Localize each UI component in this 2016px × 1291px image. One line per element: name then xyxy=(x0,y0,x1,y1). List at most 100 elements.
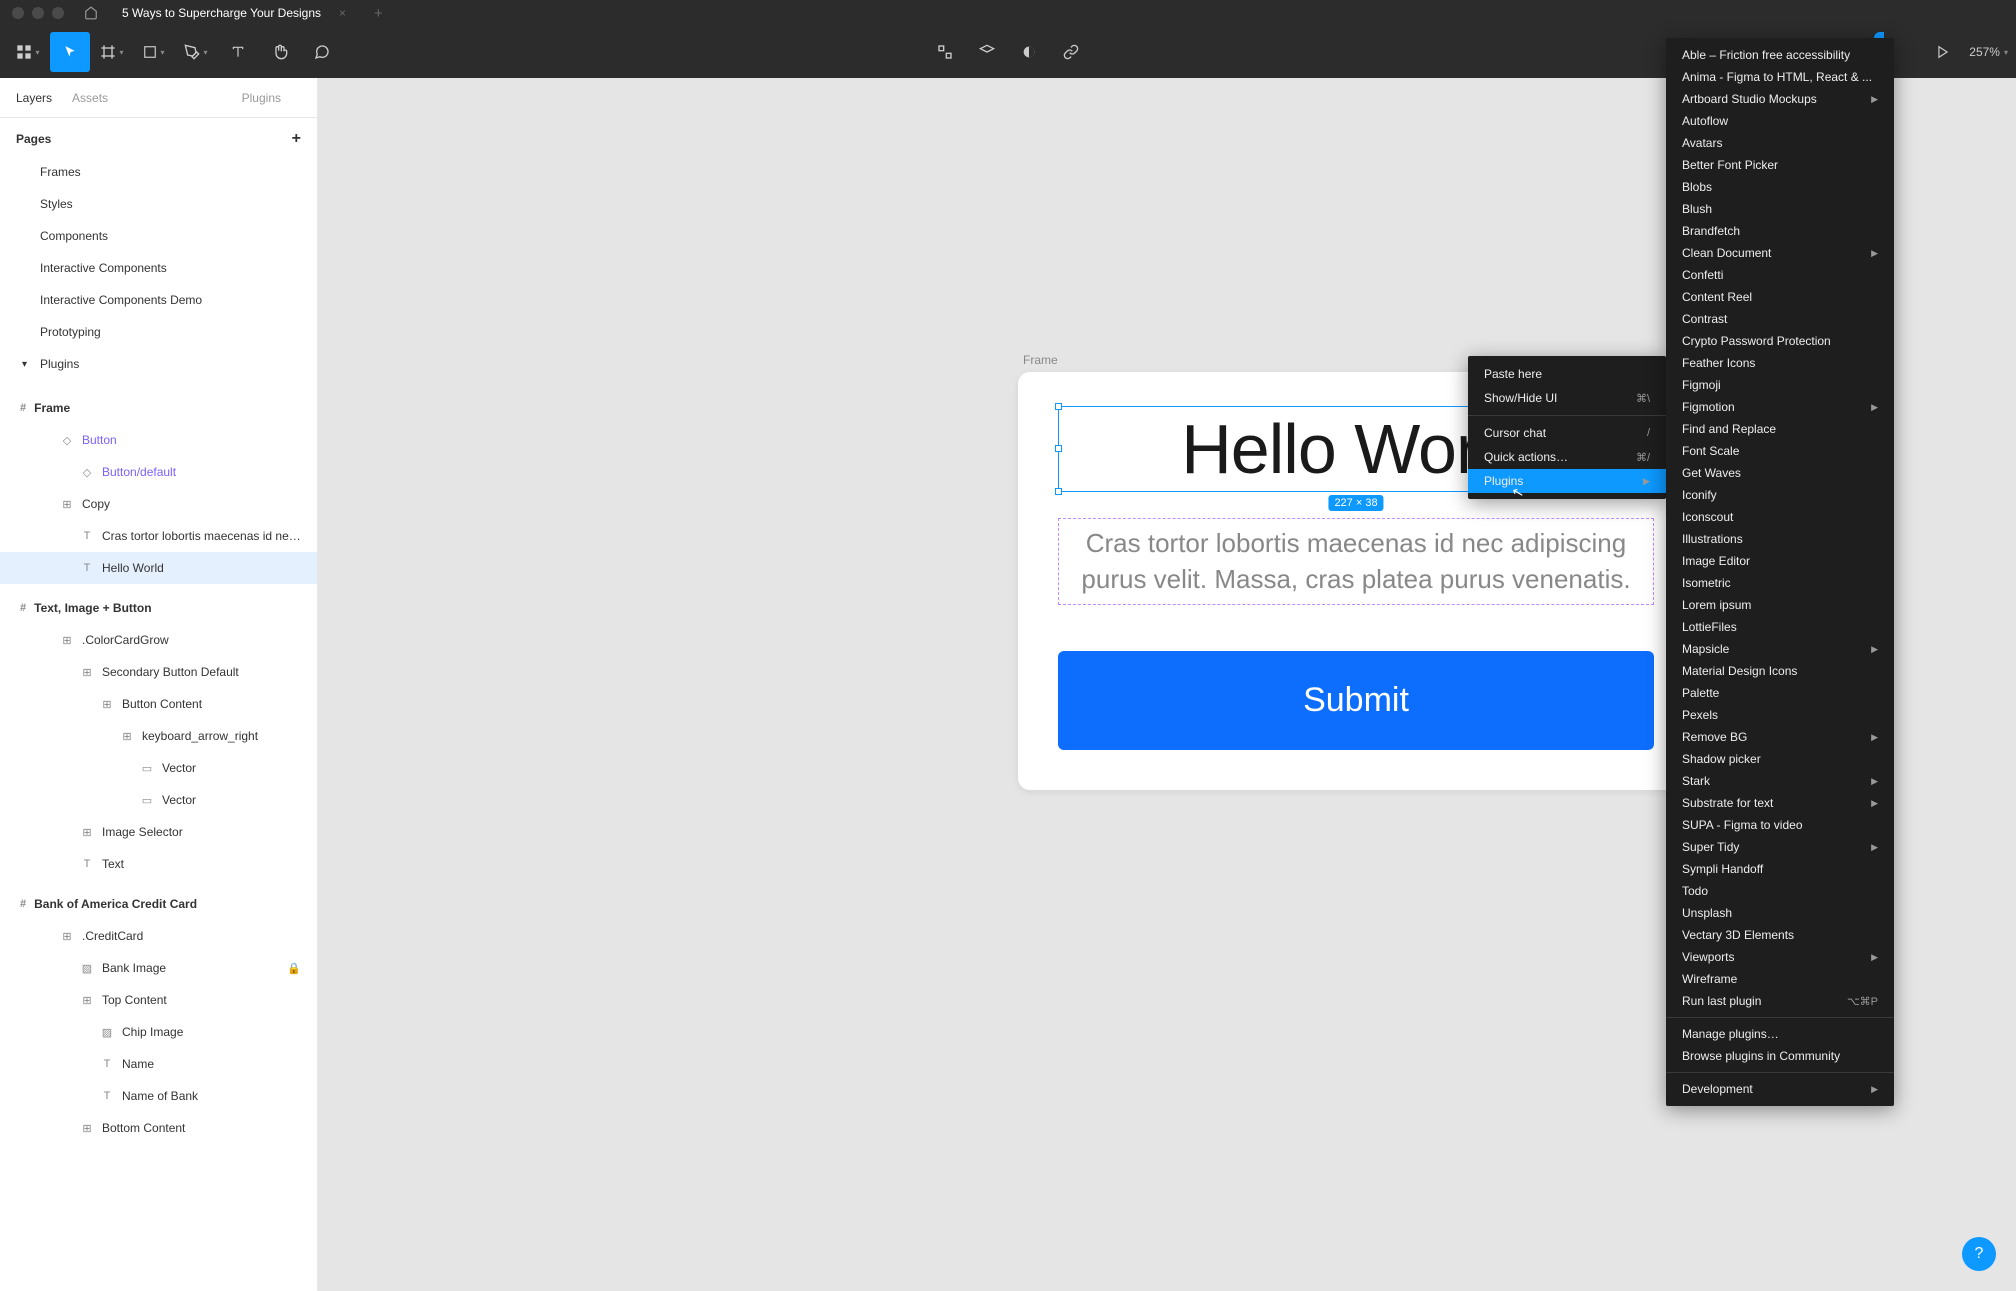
plugin-item[interactable]: Artboard Studio Mockups▶ xyxy=(1666,88,1894,110)
plugin-item[interactable]: Viewports▶ xyxy=(1666,946,1894,968)
plugin-item[interactable]: Blush xyxy=(1666,198,1894,220)
layer-button-default[interactable]: ◇Button/default xyxy=(0,456,317,488)
plugin-item[interactable]: Blobs xyxy=(1666,176,1894,198)
layer-vector-1[interactable]: ▭Vector xyxy=(0,752,317,784)
selection-handle-bl[interactable] xyxy=(1055,488,1062,495)
selection-handle-ml[interactable] xyxy=(1055,445,1062,452)
page-prototyping[interactable]: Prototyping xyxy=(0,316,317,348)
plugin-item[interactable]: Confetti xyxy=(1666,264,1894,286)
plugin-item[interactable]: Find and Replace xyxy=(1666,418,1894,440)
plugin-item[interactable]: Iconscout xyxy=(1666,506,1894,528)
layer-frame[interactable]: #Frame xyxy=(0,392,317,424)
layer-top-content[interactable]: ⊞Top Content xyxy=(0,984,317,1016)
plugin-development[interactable]: Development▶ xyxy=(1666,1078,1894,1100)
tab-layers[interactable]: Layers xyxy=(16,91,52,105)
page-interactive-components[interactable]: Interactive Components xyxy=(0,252,317,284)
plugin-item[interactable]: Content Reel xyxy=(1666,286,1894,308)
plugin-item[interactable]: Get Waves xyxy=(1666,462,1894,484)
help-button[interactable]: ? xyxy=(1962,1237,1996,1271)
layer-bottom-content[interactable]: ⊞Bottom Content xyxy=(0,1112,317,1144)
boolean-tool-button[interactable] xyxy=(1009,32,1049,72)
layer-cras-text[interactable]: TCras tortor lobortis maecenas id nec ad… xyxy=(0,520,317,552)
zoom-dropdown[interactable]: 257%▾ xyxy=(1969,45,2008,59)
plugin-item[interactable]: Wireframe xyxy=(1666,968,1894,990)
home-icon[interactable] xyxy=(84,6,98,20)
plugin-item[interactable]: Avatars xyxy=(1666,132,1894,154)
close-window-button[interactable] xyxy=(12,7,24,19)
ctx-cursor-chat[interactable]: Cursor chat/ xyxy=(1468,421,1666,445)
ctx-paste-here[interactable]: Paste here xyxy=(1468,362,1666,386)
ctx-quick-actions[interactable]: Quick actions…⌘/ xyxy=(1468,445,1666,469)
plugin-item[interactable]: Vectary 3D Elements xyxy=(1666,924,1894,946)
layer-button[interactable]: ◇Button xyxy=(0,424,317,456)
text-tool-button[interactable] xyxy=(218,32,258,72)
plugin-item[interactable]: Brandfetch xyxy=(1666,220,1894,242)
frame-tool-button[interactable]: ▾ xyxy=(92,32,132,72)
pen-tool-button[interactable]: ▾ xyxy=(176,32,216,72)
add-tab-icon[interactable]: + xyxy=(374,5,383,22)
plugin-item[interactable]: LottieFiles xyxy=(1666,616,1894,638)
plugin-item[interactable]: Image Editor xyxy=(1666,550,1894,572)
canvas-submit-button[interactable]: Submit xyxy=(1058,651,1654,750)
plugin-item[interactable]: Shadow picker xyxy=(1666,748,1894,770)
plugin-browse[interactable]: Browse plugins in Community xyxy=(1666,1045,1894,1067)
plugin-item[interactable]: SUPA - Figma to video xyxy=(1666,814,1894,836)
layer-colorcardgrow[interactable]: ⊞.ColorCardGrow xyxy=(0,624,317,656)
plugin-manage[interactable]: Manage plugins… xyxy=(1666,1023,1894,1045)
plugin-item[interactable]: Able – Friction free accessibility xyxy=(1666,44,1894,66)
plugin-item[interactable]: Iconify xyxy=(1666,484,1894,506)
hand-tool-button[interactable] xyxy=(260,32,300,72)
plugin-item[interactable]: Figmotion▶ xyxy=(1666,396,1894,418)
plugin-item[interactable]: Font Scale xyxy=(1666,440,1894,462)
page-interactive-components-demo[interactable]: Interactive Components Demo xyxy=(0,284,317,316)
plugin-item[interactable]: Sympli Handoff xyxy=(1666,858,1894,880)
maximize-window-button[interactable] xyxy=(52,7,64,19)
lock-icon[interactable]: 🔒 xyxy=(287,962,301,975)
shape-tool-button[interactable]: ▾ xyxy=(134,32,174,72)
plugin-item[interactable]: Autoflow xyxy=(1666,110,1894,132)
page-plugins[interactable]: Plugins xyxy=(0,348,317,380)
plugin-item[interactable]: Contrast xyxy=(1666,308,1894,330)
ctx-show-hide-ui[interactable]: Show/Hide UI⌘\ xyxy=(1468,386,1666,410)
add-page-button[interactable]: + xyxy=(292,130,301,148)
layer-creditcard[interactable]: ⊞.CreditCard xyxy=(0,920,317,952)
layer-text[interactable]: TText xyxy=(0,848,317,880)
plugin-item[interactable]: Better Font Picker xyxy=(1666,154,1894,176)
plugin-run-last[interactable]: Run last plugin⌥⌘P xyxy=(1666,990,1894,1012)
plugin-item[interactable]: Lorem ipsum xyxy=(1666,594,1894,616)
comment-tool-button[interactable] xyxy=(302,32,342,72)
component-tool-button[interactable] xyxy=(925,32,965,72)
page-styles[interactable]: Styles xyxy=(0,188,317,220)
plugin-item[interactable]: Remove BG▶ xyxy=(1666,726,1894,748)
layer-name-of-bank[interactable]: TName of Bank xyxy=(0,1080,317,1112)
plugin-item[interactable]: Feather Icons xyxy=(1666,352,1894,374)
plugin-item[interactable]: Super Tidy▶ xyxy=(1666,836,1894,858)
plugin-item[interactable]: Pexels xyxy=(1666,704,1894,726)
layer-button-content[interactable]: ⊞Button Content xyxy=(0,688,317,720)
plugin-item[interactable]: Substrate for text▶ xyxy=(1666,792,1894,814)
file-tab-title[interactable]: 5 Ways to Supercharge Your Designs xyxy=(122,6,321,20)
layer-image-selector[interactable]: ⊞Image Selector xyxy=(0,816,317,848)
plugin-item[interactable]: Material Design Icons xyxy=(1666,660,1894,682)
present-button[interactable] xyxy=(1925,34,1961,70)
ctx-plugins[interactable]: Plugins▶ xyxy=(1468,469,1666,493)
plugin-item[interactable]: Todo xyxy=(1666,880,1894,902)
layer-text-image-button[interactable]: #Text, Image + Button xyxy=(0,592,317,624)
layer-copy[interactable]: ⊞Copy xyxy=(0,488,317,520)
plugin-item[interactable]: Mapsicle▶ xyxy=(1666,638,1894,660)
plugin-item[interactable]: Isometric xyxy=(1666,572,1894,594)
move-tool-button[interactable] xyxy=(50,32,90,72)
selection-handle-tl[interactable] xyxy=(1055,403,1062,410)
layer-hello-world[interactable]: THello World xyxy=(0,552,317,584)
layer-name[interactable]: TName xyxy=(0,1048,317,1080)
main-menu-button[interactable]: ▾ xyxy=(8,32,48,72)
plugin-item[interactable]: Palette xyxy=(1666,682,1894,704)
plugin-item[interactable]: Clean Document▶ xyxy=(1666,242,1894,264)
close-tab-icon[interactable]: × xyxy=(339,6,346,20)
plugin-item[interactable]: Unsplash xyxy=(1666,902,1894,924)
link-tool-button[interactable] xyxy=(1051,32,1091,72)
tab-plugins[interactable]: Plugins xyxy=(242,91,281,105)
frame-label[interactable]: Frame xyxy=(1023,353,1058,367)
page-frames[interactable]: Frames xyxy=(0,156,317,188)
plugin-item[interactable]: Stark▶ xyxy=(1666,770,1894,792)
